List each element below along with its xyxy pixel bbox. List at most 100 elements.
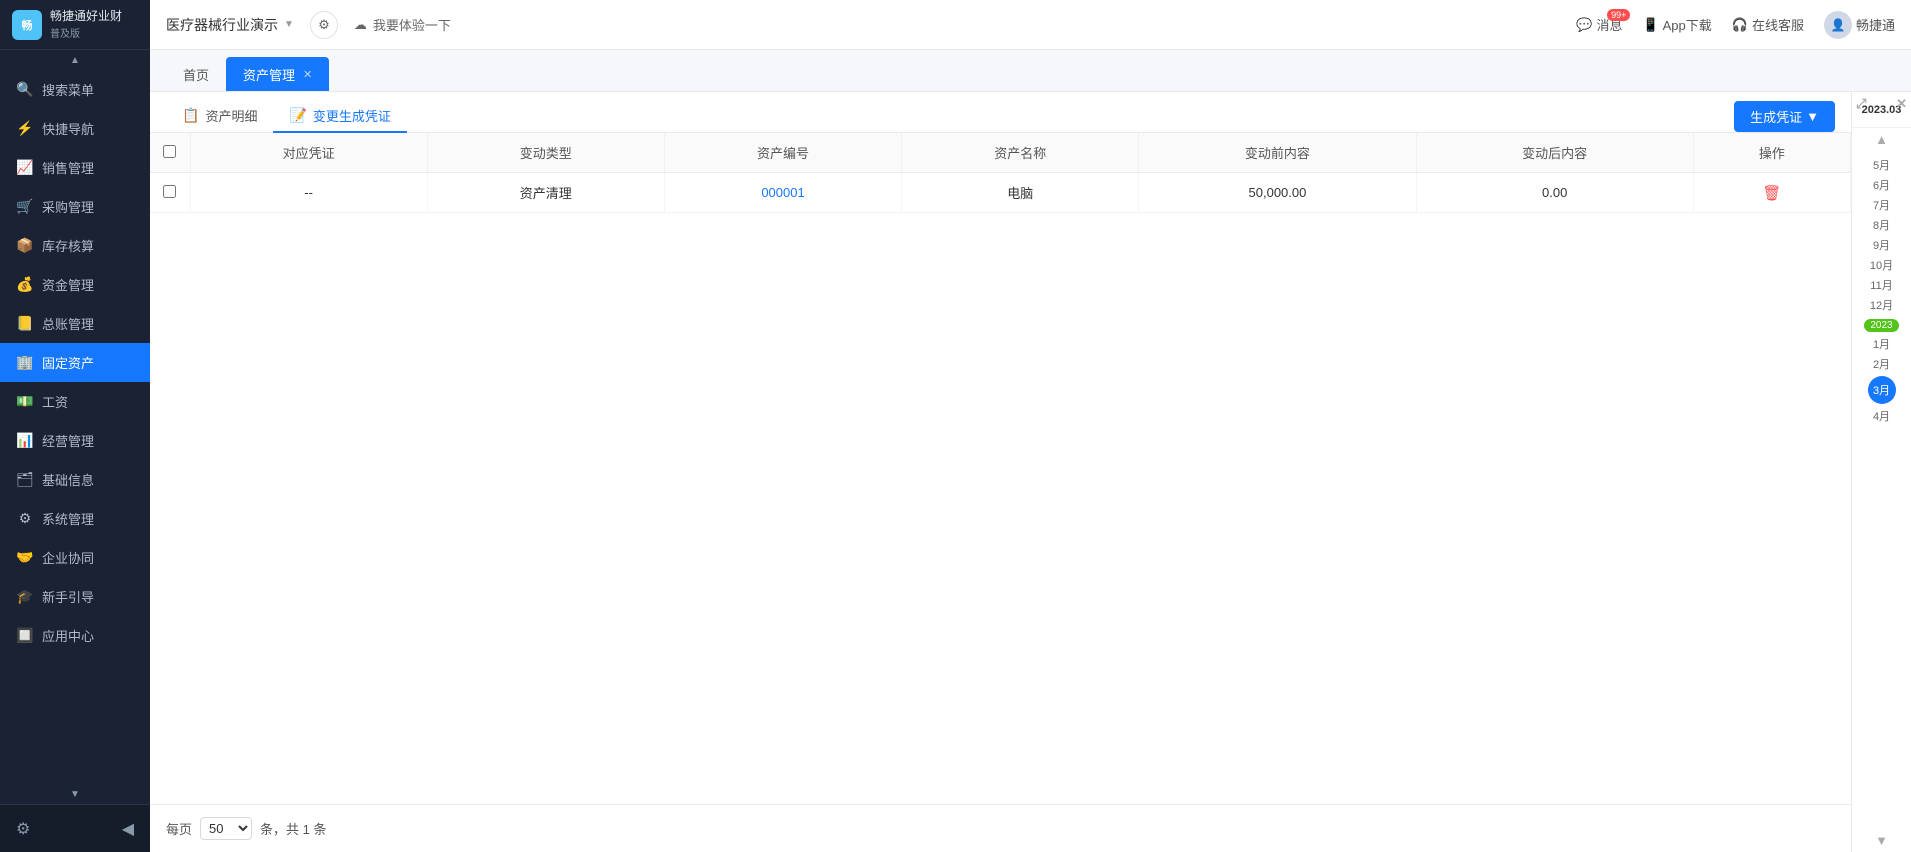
sidebar-item-purchase[interactable]: 🛒 采购管理	[0, 187, 150, 226]
sub-tab-asset-detail[interactable]: 📋 资产明细	[166, 100, 273, 133]
sidebar-item-label: 新手引导	[42, 587, 94, 606]
pagination-total: 条，共 1 条	[260, 819, 326, 838]
sidebar-item-search[interactable]: 🔍 搜索菜单	[0, 70, 150, 109]
tabbar: 首页 资产管理 ✕	[150, 50, 1911, 92]
sidebar-item-label: 经营管理	[42, 431, 94, 450]
company-selector[interactable]: 医疗器械行业演示 ▼	[166, 15, 294, 35]
sidebar-item-label: 总账管理	[42, 314, 94, 333]
table-row: -- 资产清理 000001 电脑 50,000.00 0.00 🗑	[150, 173, 1851, 213]
topbar: 医疗器械行业演示 ▼ ⚙ ☁ 我要体验一下 💬 消息 99+ 📱 App下载 🎧…	[150, 0, 1911, 50]
sidebar-item-guide[interactable]: 🎓 新手引导	[0, 577, 150, 616]
generate-voucher-button[interactable]: 生成凭证 ▼	[1734, 101, 1835, 132]
date-months-list: 5月 6月 7月 8月 9月 10月 11月 12月 2023 1月 2月 3月…	[1852, 151, 1911, 829]
month-2023-3-active[interactable]: 3月	[1868, 376, 1896, 404]
tab-home[interactable]: 首页	[166, 57, 226, 91]
sidebar-item-label: 基础信息	[42, 470, 94, 489]
sidebar-item-system[interactable]: ⚙ 系统管理	[0, 499, 150, 538]
month-7[interactable]: 7月	[1852, 195, 1911, 215]
tab-assets[interactable]: 资产管理 ✕	[226, 57, 329, 91]
page-content: 📋 资产明细 📝 变更生成凭证 生成凭证 ▼	[150, 92, 1911, 852]
message-icon: 💬	[1576, 17, 1592, 33]
sub-tab-change-voucher[interactable]: 📝 变更生成凭证	[273, 100, 406, 133]
per-page-select[interactable]: 50 10 20 100	[200, 817, 252, 840]
generate-voucher-area: 生成凭证 ▼	[1734, 101, 1835, 132]
sales-icon: 📈	[16, 159, 34, 177]
table-header-before-change: 变动前内容	[1139, 133, 1416, 173]
row-action: 🗑	[1693, 173, 1850, 213]
month-2023-2[interactable]: 2月	[1852, 354, 1911, 374]
month-11[interactable]: 11月	[1852, 275, 1911, 295]
sidebar-item-label: 固定资产	[42, 353, 94, 372]
date-nav-up[interactable]: ▲	[1852, 128, 1911, 151]
user-menu[interactable]: 👤 畅捷通	[1824, 11, 1895, 39]
settings-button[interactable]: ⚙	[310, 11, 338, 39]
generate-voucher-label: 生成凭证	[1750, 107, 1802, 126]
quick-nav-icon: ⚡	[16, 120, 34, 138]
sidebar-item-fixed-assets[interactable]: 🏢 固定资产	[0, 343, 150, 382]
gear-icon: ⚙	[318, 17, 330, 33]
online-service-button[interactable]: 🎧 在线客服	[1732, 15, 1804, 34]
month-10[interactable]: 10月	[1852, 255, 1911, 275]
inventory-icon: 📦	[16, 237, 34, 255]
company-dropdown-icon: ▼	[284, 19, 294, 30]
sidebar-item-quick-nav[interactable]: ⚡ 快捷导航	[0, 109, 150, 148]
ledger-icon: 📒	[16, 315, 34, 333]
username: 畅捷通	[1856, 15, 1895, 34]
close-panel-button[interactable]: ✕	[1896, 96, 1907, 112]
row-asset-no: 000001	[664, 173, 901, 213]
sidebar-item-inventory[interactable]: 📦 库存核算	[0, 226, 150, 265]
topbar-right: 💬 消息 99+ 📱 App下载 🎧 在线客服 👤 畅捷通	[1576, 11, 1895, 39]
row-voucher: --	[190, 173, 427, 213]
row-before-change: 50,000.00	[1139, 173, 1416, 213]
per-page-label: 每页	[166, 819, 192, 838]
app-download-label: App下载	[1663, 15, 1712, 34]
sidebar-item-sales[interactable]: 📈 销售管理	[0, 148, 150, 187]
footer-settings-icon[interactable]: ⚙	[16, 819, 30, 839]
online-service-label: 在线客服	[1752, 15, 1804, 34]
month-5[interactable]: 5月	[1852, 155, 1911, 175]
date-side-panel: ✕ ⤢ 2023.03 ▲ 5月 6月 7月 8月 9月 10月 11月 12月…	[1851, 92, 1911, 852]
logo-subtitle: 普及版	[50, 25, 122, 40]
month-2023-4[interactable]: 4月	[1852, 406, 1911, 426]
sidebar-item-label: 快捷导航	[42, 119, 94, 138]
sidebar-item-base-info[interactable]: 🗂 基础信息	[0, 460, 150, 499]
tab-close-icon[interactable]: ✕	[303, 68, 312, 81]
avatar: 👤	[1824, 11, 1852, 39]
sidebar-item-enterprise[interactable]: 🤝 企业协同	[0, 538, 150, 577]
footer-collapse-icon[interactable]: ◀	[122, 819, 134, 839]
delete-row-button[interactable]: 🗑	[1762, 185, 1781, 202]
table-header-checkbox	[150, 133, 190, 173]
sidebar-item-ledger[interactable]: 📒 总账管理	[0, 304, 150, 343]
sidebar-scroll-down[interactable]: ▼	[0, 784, 150, 804]
sub-tabbar: 📋 资产明细 📝 变更生成凭证 生成凭证 ▼	[150, 92, 1851, 133]
month-12[interactable]: 12月	[1852, 295, 1911, 315]
sidebar-item-label: 工资	[42, 392, 68, 411]
expand-panel-button[interactable]: ⤢	[1856, 96, 1866, 112]
headset-icon: 🎧	[1732, 17, 1748, 33]
sidebar-item-label: 系统管理	[42, 509, 94, 528]
row-checkbox-cell	[150, 173, 190, 213]
notifications-button[interactable]: 💬 消息 99+	[1576, 15, 1622, 34]
table-header-after-change: 变动后内容	[1416, 133, 1693, 173]
asset-no-link[interactable]: 000001	[761, 185, 804, 200]
operations-icon: 📊	[16, 432, 34, 450]
sidebar-item-operations[interactable]: 📊 经营管理	[0, 421, 150, 460]
sidebar-item-app-center[interactable]: 🔲 应用中心	[0, 616, 150, 655]
month-6[interactable]: 6月	[1852, 175, 1911, 195]
month-8[interactable]: 8月	[1852, 215, 1911, 235]
table-header-voucher: 对应凭证	[190, 133, 427, 173]
sidebar-item-payroll[interactable]: 💵 工资	[0, 382, 150, 421]
app-download-button[interactable]: 📱 App下载	[1642, 15, 1711, 34]
sub-tab-asset-detail-label: 资产明细	[205, 106, 257, 125]
date-nav-down[interactable]: ▼	[1852, 829, 1911, 852]
month-9[interactable]: 9月	[1852, 235, 1911, 255]
experience-button[interactable]: ☁ 我要体验一下	[354, 15, 451, 34]
sidebar-item-label: 企业协同	[42, 548, 94, 567]
sidebar-scroll-up[interactable]: ▲	[0, 50, 150, 70]
sidebar-item-funds[interactable]: 💰 资金管理	[0, 265, 150, 304]
month-2023-1[interactable]: 1月	[1852, 334, 1911, 354]
select-all-checkbox[interactable]	[163, 145, 176, 158]
year-2023-label[interactable]: 2023	[1864, 319, 1898, 332]
row-checkbox[interactable]	[163, 185, 176, 198]
sidebar-item-label: 搜索菜单	[42, 80, 94, 99]
